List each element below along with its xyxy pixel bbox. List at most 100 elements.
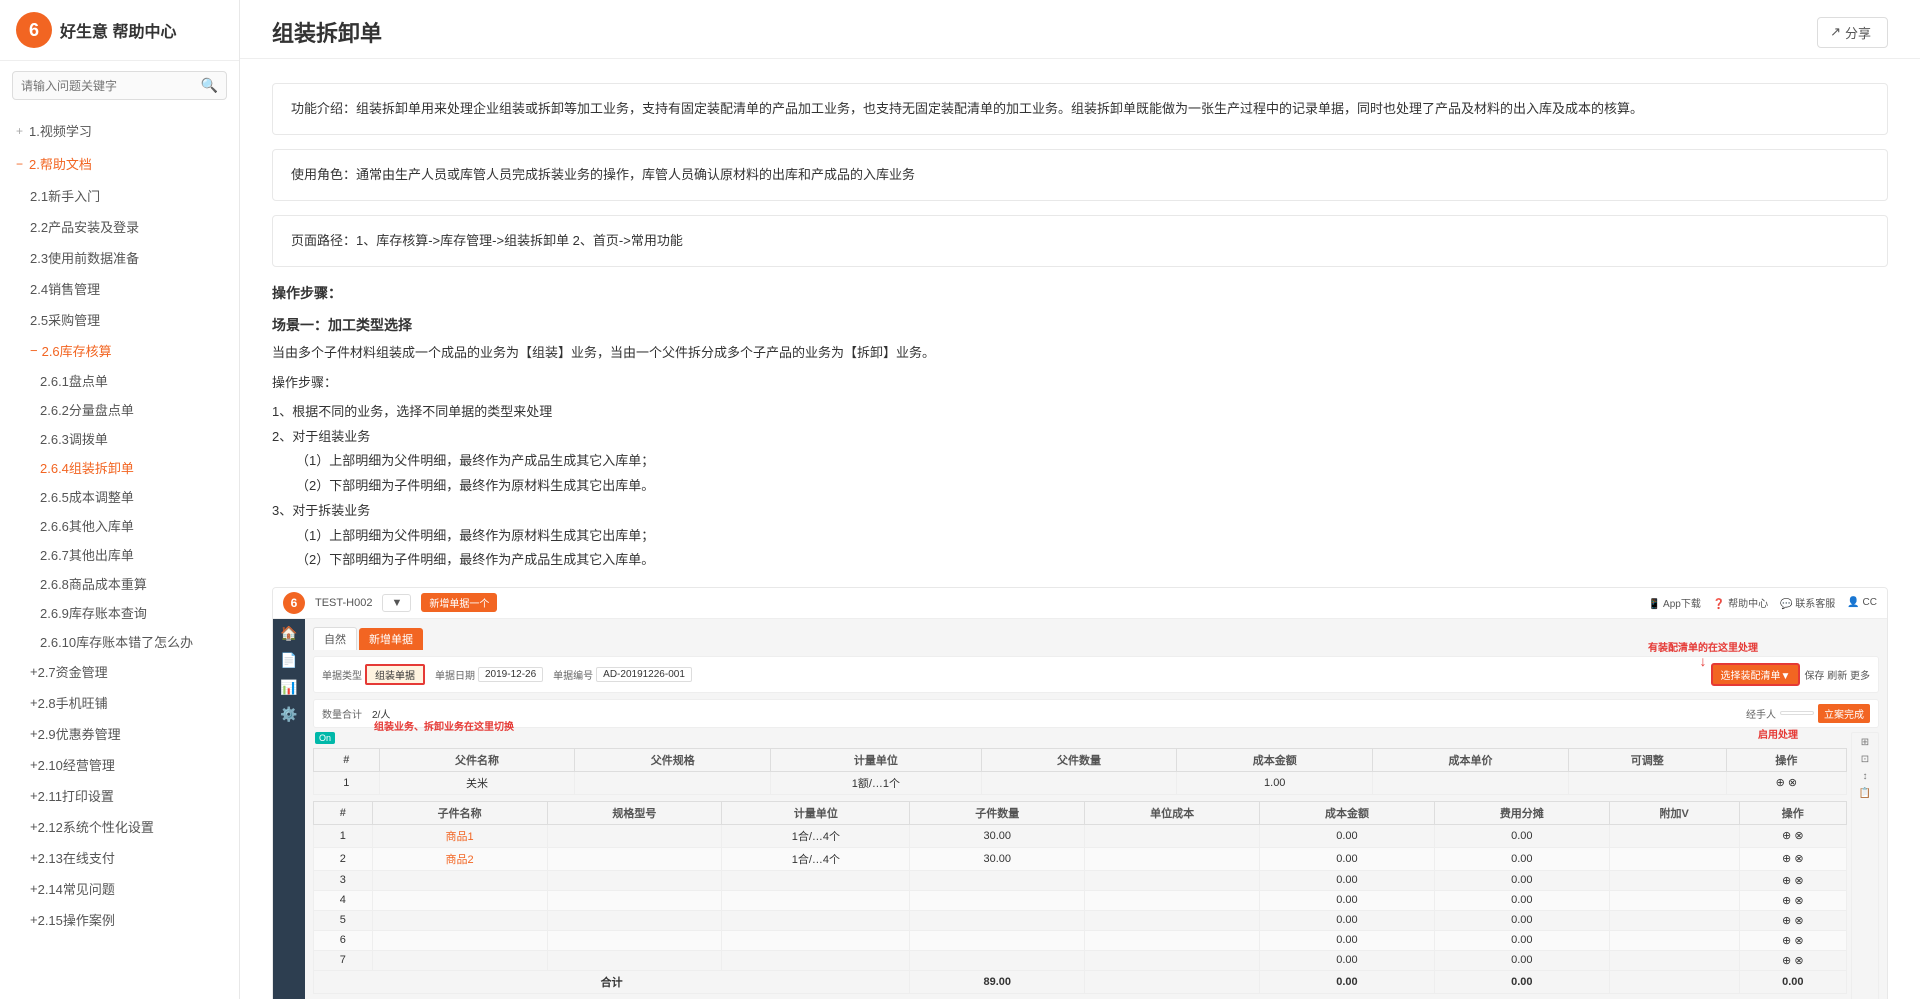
mock-help: ❓ 帮助中心 bbox=[1713, 595, 1768, 610]
mock-confirm-btn[interactable]: 立案完成 bbox=[1818, 704, 1870, 723]
sidebar-item-label: 2.6.6其他入库单 bbox=[40, 519, 134, 534]
mock-docnum-input[interactable]: AD-20191226-001 bbox=[596, 667, 692, 682]
mock-docnum-label: 单据编号 bbox=[553, 667, 593, 682]
sidebar-item-label: 2.7资金管理 bbox=[38, 662, 108, 681]
annotation-1: 有装配清单的在这里处理 bbox=[1648, 639, 1758, 654]
mock-dept-input[interactable] bbox=[1780, 711, 1814, 715]
step3: 3、对于拆装业务 bbox=[272, 499, 1888, 524]
sidebar-item-inv8[interactable]: 2.6.8商品成本重算 bbox=[0, 569, 239, 598]
mock-td-child-name2[interactable]: 商品2 bbox=[372, 847, 547, 870]
sidebar-item-inv3[interactable]: 2.6.3调拨单 bbox=[0, 424, 239, 453]
expand-icon: + bbox=[30, 695, 38, 710]
sidebar-item-coupon[interactable]: + 2.9优惠券管理 bbox=[0, 718, 239, 749]
mock-form-doctype: 单据类型 组装单据 bbox=[322, 664, 425, 685]
sidebar-item-purchase[interactable]: 2.5采购管理 bbox=[0, 304, 239, 335]
role-text: 使用角色：通常由生产人员或库管人员完成拆装业务的操作，库管人员确认原材料的出库和… bbox=[291, 167, 915, 182]
mock-contact: 💬 联系客服 bbox=[1780, 595, 1835, 610]
sidebar-item-prepare[interactable]: 2.3使用前数据准备 bbox=[0, 242, 239, 273]
mock-th-child-name: 子件名称 bbox=[372, 801, 547, 824]
sidebar-item-faq[interactable]: + 2.14常见问题 bbox=[0, 873, 239, 904]
mock-th-child-ucost: 单位成本 bbox=[1085, 801, 1260, 824]
mock-date-input[interactable]: 2019-12-26 bbox=[478, 667, 543, 682]
main-header: 组装拆卸单 ↗ 分享 bbox=[240, 0, 1920, 59]
sidebar-item-docs[interactable]: − 2.帮助文档 bbox=[0, 147, 239, 180]
main-content: 组装拆卸单 ↗ 分享 功能介绍：组装拆卸单用来处理企业组装或拆卸等加工业务，支持… bbox=[240, 0, 1920, 999]
mock-table-upper: # 父件名称 父件规格 计量单位 父件数量 成本金额 成本单价 可调整 bbox=[313, 748, 1847, 795]
mock-th-child-cost: 成本金额 bbox=[1260, 801, 1435, 824]
expand-icon: + bbox=[30, 819, 38, 834]
sidebar-item-label: 2.6.7其他出库单 bbox=[40, 548, 134, 563]
brand-name: 好生意 帮助中心 bbox=[60, 18, 176, 42]
mock-tool-2[interactable]: ⊡ bbox=[1861, 754, 1869, 765]
mock-td-adj bbox=[1568, 771, 1726, 794]
path-text: 页面路径：1、库存核算->库存管理->组装拆卸单 2、首页->常用功能 bbox=[291, 233, 683, 248]
mock-tool-3[interactable]: ↕ bbox=[1863, 771, 1868, 782]
annotation-3: 启用处理 bbox=[1758, 726, 1798, 741]
search-input[interactable] bbox=[21, 79, 201, 93]
sidebar-item-inv6[interactable]: 2.6.6其他入库单 bbox=[0, 511, 239, 540]
mock-th-child-ops: 操作 bbox=[1739, 801, 1846, 824]
sidebar-item-new-user[interactable]: 2.1新手入门 bbox=[0, 180, 239, 211]
mock-tool-4[interactable]: 📋 bbox=[1859, 788, 1871, 799]
sidebar-item-label: 2.11打印设置 bbox=[38, 786, 114, 805]
annotation-2: 组装业务、拆卸业务在这里切换 bbox=[374, 722, 514, 733]
table-row: 2 商品2 1合/…4个 30.00 0.00 0.00 bbox=[314, 847, 1847, 870]
page-title: 组装拆卸单 bbox=[272, 16, 382, 48]
sidebar-item-label: 2.6库存核算 bbox=[42, 341, 112, 360]
mock-tab-new[interactable]: 新增单据 bbox=[359, 628, 423, 650]
table-row: 4 0.00 0.00 bbox=[314, 890, 1847, 910]
mock-form-date: 单据日期 2019-12-26 bbox=[435, 667, 543, 682]
sidebar-item-label: 2.15操作案例 bbox=[38, 910, 115, 929]
sidebar-item-inv1[interactable]: 2.6.1盘点单 bbox=[0, 366, 239, 395]
mock-td-child-name1[interactable]: 商品1 bbox=[372, 824, 547, 847]
screenshot-container: 6 TEST-H002 ▼ 新增单据一个 📱 App下载 ❓ 帮助中心 💬 联系… bbox=[272, 587, 1888, 999]
scene1-desc: 当由多个子件材料组装成一个成品的业务为【组装】业务，当由一个父件拆分成多个子产品… bbox=[272, 341, 1888, 364]
sidebar-item-customize[interactable]: + 2.12系统个性化设置 bbox=[0, 811, 239, 842]
sidebar-item-inv9[interactable]: 2.6.9库存账本查询 bbox=[0, 598, 239, 627]
expand-icon: + bbox=[30, 726, 38, 741]
role-block: 使用角色：通常由生产人员或库管人员完成拆装业务的操作，库管人员确认原材料的出库和… bbox=[272, 149, 1888, 201]
sidebar-item-operation[interactable]: + 2.10经营管理 bbox=[0, 749, 239, 780]
search-box[interactable]: 🔍 bbox=[12, 71, 227, 100]
sidebar-item-payment[interactable]: + 2.13在线支付 bbox=[0, 842, 239, 873]
mock-tool-1[interactable]: ⊞ bbox=[1861, 737, 1869, 748]
sidebar-item-label: 2.9优惠券管理 bbox=[38, 724, 121, 743]
mock-th-num: # bbox=[314, 748, 380, 771]
sidebar-item-inv10[interactable]: 2.6.10库存账本错了怎么办 bbox=[0, 627, 239, 656]
sidebar-item-inv2[interactable]: 2.6.2分量盘点单 bbox=[0, 395, 239, 424]
sidebar-item-inventory[interactable]: − 2.6库存核算 bbox=[0, 335, 239, 366]
table-row: 5 0.00 0.00 bbox=[314, 910, 1847, 930]
mock-table-lower: # 子件名称 规格型号 计量单位 子件数量 单位成本 成本金额 bbox=[313, 801, 1847, 994]
sidebar-item-label: 2.6.10库存账本错了怎么办 bbox=[40, 635, 193, 650]
mock-tab-natural[interactable]: 自然 bbox=[313, 627, 357, 650]
mock-new-btn[interactable]: 新增单据一个 bbox=[421, 593, 497, 612]
mock-th-adj: 可调整 bbox=[1568, 748, 1726, 771]
table-row: 6 0.00 0.00 bbox=[314, 930, 1847, 950]
mock-doctype-input[interactable]: 组装单据 bbox=[365, 664, 425, 685]
mock-th-unit: 计量单位 bbox=[771, 748, 981, 771]
mock-count-label: 数量合计 bbox=[322, 706, 362, 721]
sidebar-item-inv7[interactable]: 2.6.7其他出库单 bbox=[0, 540, 239, 569]
sidebar-item-cases[interactable]: + 2.15操作案例 bbox=[0, 904, 239, 935]
sidebar-item-sales[interactable]: 2.4销售管理 bbox=[0, 273, 239, 304]
sidebar-item-label: 2.1新手入门 bbox=[30, 186, 100, 205]
mock-ui: 6 TEST-H002 ▼ 新增单据一个 📱 App下载 ❓ 帮助中心 💬 联系… bbox=[273, 588, 1887, 999]
sidebar-item-inv4[interactable]: 2.6.4组装拆卸单 bbox=[0, 453, 239, 482]
mock-td-spec bbox=[575, 771, 771, 794]
mock-app-download: 📱 App下载 bbox=[1648, 595, 1700, 610]
mock-th-child-qty: 子件数量 bbox=[910, 801, 1085, 824]
sidebar-item-mobile[interactable]: + 2.8手机旺铺 bbox=[0, 687, 239, 718]
sidebar-item-install[interactable]: 2.2产品安装及登录 bbox=[0, 211, 239, 242]
sidebar: 6 好生意 帮助中心 🔍 + 1.视频学习 − 2.帮助文档 2.1新手入门 2… bbox=[0, 0, 240, 999]
share-button[interactable]: ↗ 分享 bbox=[1817, 17, 1888, 48]
sidebar-item-print[interactable]: + 2.11打印设置 bbox=[0, 780, 239, 811]
sidebar-item-video[interactable]: + 1.视频学习 bbox=[0, 114, 239, 147]
mock-chart-icon: 📊 bbox=[280, 679, 297, 696]
sidebar-item-finance[interactable]: + 2.7资金管理 bbox=[0, 656, 239, 687]
expand-icon: + bbox=[30, 912, 38, 927]
mock-th-cost: 成本金额 bbox=[1177, 748, 1373, 771]
steps-title2: 操作步骤： bbox=[272, 371, 1888, 394]
mock-settings-icon: ⚙️ bbox=[280, 706, 297, 723]
sidebar-item-inv5[interactable]: 2.6.5成本调整单 bbox=[0, 482, 239, 511]
share-icon: ↗ bbox=[1830, 24, 1841, 40]
